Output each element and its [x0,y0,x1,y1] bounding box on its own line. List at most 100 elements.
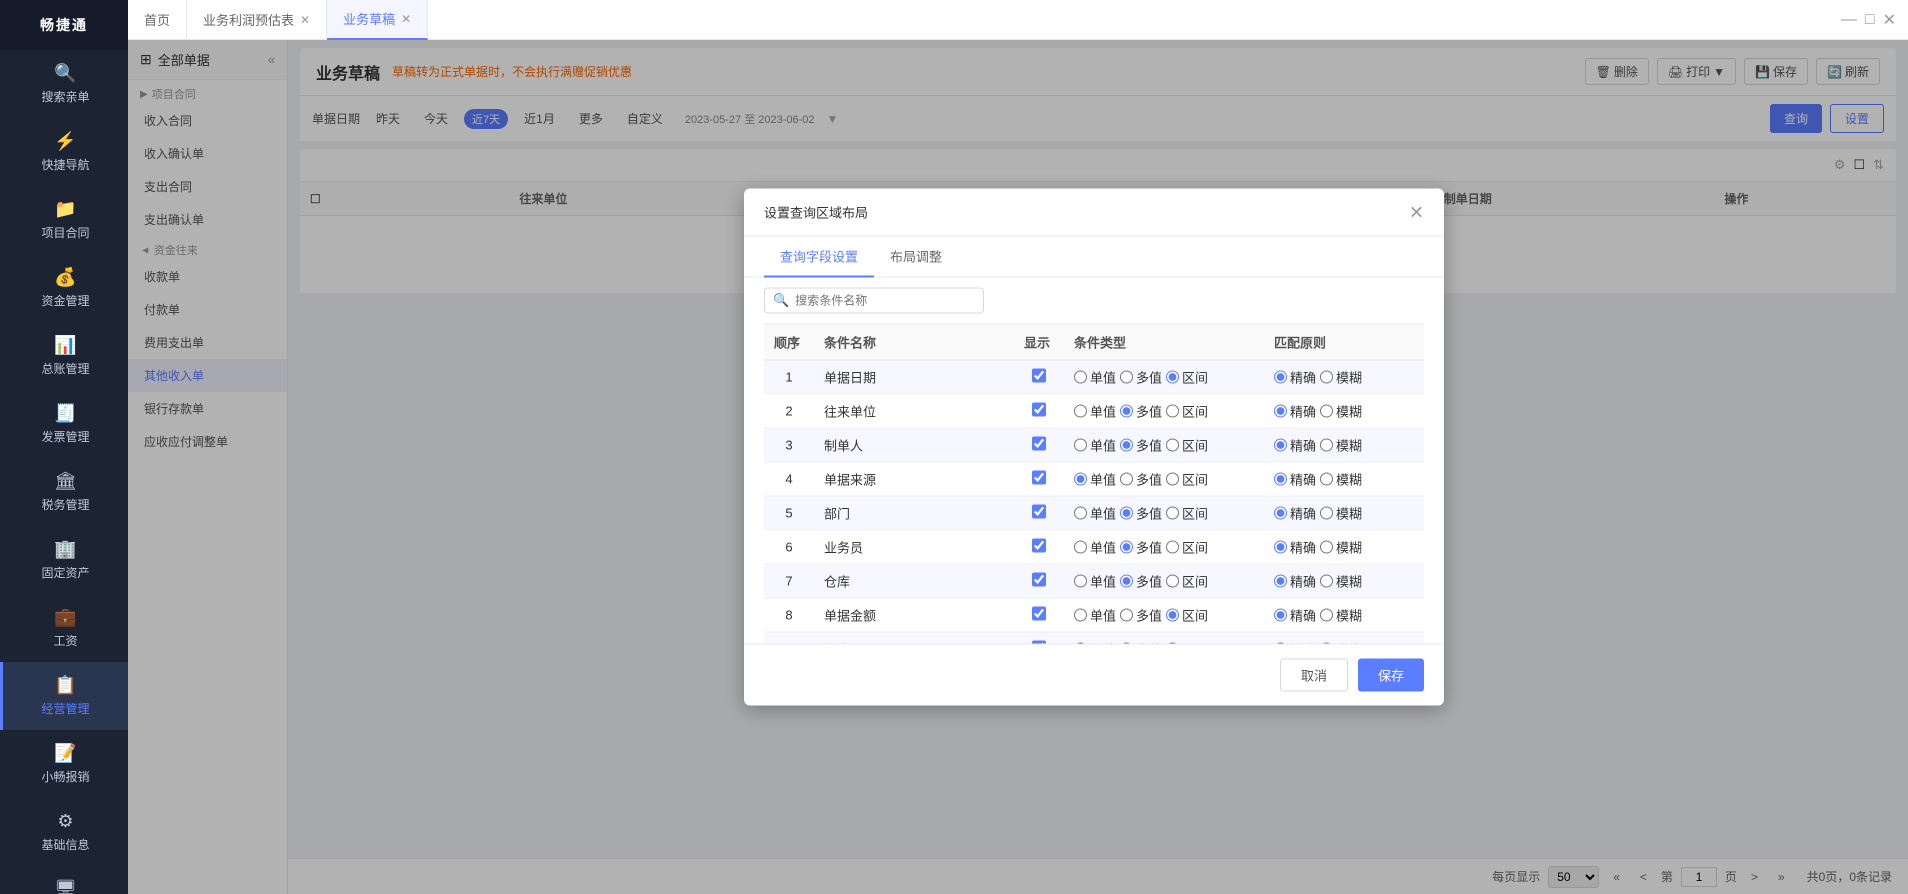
match-exact-radio[interactable] [1274,473,1287,486]
type-range-radio[interactable] [1166,609,1179,622]
row-show[interactable] [1014,564,1064,598]
row-show[interactable] [1014,428,1064,462]
match-exact-radio[interactable] [1274,541,1287,554]
row-match[interactable]: 精确模糊 [1264,530,1424,564]
type-single-radio[interactable] [1074,439,1087,452]
type-single-radio[interactable] [1074,609,1087,622]
sidebar-item-project[interactable]: 📁 项目合同 [0,186,128,254]
type-multi-radio[interactable] [1120,405,1133,418]
tab-home[interactable]: 首页 [128,0,187,40]
row-show[interactable] [1014,632,1064,644]
row-match[interactable]: 精确模糊 [1264,394,1424,428]
type-range-radio[interactable] [1166,473,1179,486]
type-range-radio[interactable] [1166,541,1179,554]
row-match[interactable]: 精确模糊 [1264,360,1424,394]
row-type[interactable]: 单值多值区间 [1064,598,1264,632]
sidebar-item-finance[interactable]: 💰 资金管理 [0,254,128,322]
condition-search-input[interactable] [795,294,975,308]
type-range-radio[interactable] [1166,575,1179,588]
row-type[interactable]: 单值多值区间 [1064,496,1264,530]
row-match[interactable]: 精确模糊 [1264,462,1424,496]
match-exact-radio[interactable] [1274,439,1287,452]
type-single-radio[interactable] [1074,507,1087,520]
sidebar-item-quick[interactable]: ⚡ 快捷导航 [0,118,128,186]
match-exact-radio[interactable] [1274,507,1287,520]
row-match[interactable]: 精确模糊 [1264,428,1424,462]
sidebar-item-search[interactable]: 🔍 搜索亲单 [0,50,128,118]
type-range-radio[interactable] [1166,371,1179,384]
show-checkbox[interactable] [1032,573,1046,587]
type-single-radio[interactable] [1074,371,1087,384]
row-show[interactable] [1014,496,1064,530]
type-single-radio[interactable] [1074,643,1087,644]
match-fuzzy-radio[interactable] [1320,507,1333,520]
sidebar-item-ledger[interactable]: 📊 总账管理 [0,322,128,390]
sidebar-item-business[interactable]: 📋 经营管理 [0,662,128,730]
match-fuzzy-radio[interactable] [1320,439,1333,452]
row-type[interactable]: 单值多值区间 [1064,462,1264,496]
tab-layout-adjust[interactable]: 布局调整 [874,237,958,278]
show-checkbox[interactable] [1032,403,1046,417]
type-multi-radio[interactable] [1120,541,1133,554]
type-single-radio[interactable] [1074,541,1087,554]
sidebar-item-system[interactable]: 🖥 系统管理 [0,866,128,894]
tab-profit[interactable]: 业务利润预估表 ✕ [187,0,327,40]
type-range-radio[interactable] [1166,405,1179,418]
match-exact-radio[interactable] [1274,371,1287,384]
row-type[interactable]: 单值多值区间 [1064,530,1264,564]
match-fuzzy-radio[interactable] [1320,473,1333,486]
match-exact-radio[interactable] [1274,609,1287,622]
type-single-radio[interactable] [1074,575,1087,588]
tab-draft-close[interactable]: ✕ [401,12,411,26]
row-show[interactable] [1014,530,1064,564]
type-single-radio[interactable] [1074,405,1087,418]
type-multi-radio[interactable] [1120,643,1133,644]
show-checkbox[interactable] [1032,539,1046,553]
row-type[interactable]: 单值多值区间 [1064,428,1264,462]
show-checkbox[interactable] [1032,641,1046,644]
match-fuzzy-radio[interactable] [1320,405,1333,418]
show-checkbox[interactable] [1032,369,1046,383]
row-type[interactable]: 单值多值区间 [1064,632,1264,644]
type-multi-radio[interactable] [1120,575,1133,588]
sidebar-item-expense[interactable]: 📝 小畅报销 [0,730,128,798]
type-multi-radio[interactable] [1120,371,1133,384]
sidebar-item-salary[interactable]: 💼 工资 [0,594,128,662]
row-type[interactable]: 单值多值区间 [1064,564,1264,598]
match-fuzzy-radio[interactable] [1320,575,1333,588]
row-match[interactable]: 精确模糊 [1264,632,1424,644]
match-fuzzy-radio[interactable] [1320,643,1333,644]
window-close[interactable]: ✕ [1883,10,1896,30]
match-exact-radio[interactable] [1274,643,1287,644]
row-show[interactable] [1014,598,1064,632]
row-show[interactable] [1014,360,1064,394]
type-multi-radio[interactable] [1120,439,1133,452]
row-match[interactable]: 精确模糊 [1264,564,1424,598]
cancel-button[interactable]: 取消 [1280,659,1348,692]
type-range-radio[interactable] [1166,507,1179,520]
tab-profit-close[interactable]: ✕ [300,13,310,27]
match-exact-radio[interactable] [1274,405,1287,418]
show-checkbox[interactable] [1032,607,1046,621]
row-match[interactable]: 精确模糊 [1264,598,1424,632]
row-type[interactable]: 单值多值区间 [1064,394,1264,428]
row-show[interactable] [1014,462,1064,496]
type-range-radio[interactable] [1166,439,1179,452]
show-checkbox[interactable] [1032,505,1046,519]
sidebar-item-tax[interactable]: 🏛 税务管理 [0,458,128,526]
sidebar-item-invoice[interactable]: 🧾 发票管理 [0,390,128,458]
type-multi-radio[interactable] [1120,507,1133,520]
window-maximize[interactable]: □ [1865,11,1875,29]
match-fuzzy-radio[interactable] [1320,609,1333,622]
type-single-radio[interactable] [1074,473,1087,486]
row-type[interactable]: 单值多值区间 [1064,360,1264,394]
window-minimize[interactable]: — [1841,11,1857,29]
tab-draft[interactable]: 业务草稿 ✕ [327,0,428,40]
row-match[interactable]: 精确模糊 [1264,496,1424,530]
show-checkbox[interactable] [1032,437,1046,451]
show-checkbox[interactable] [1032,471,1046,485]
tab-field-settings[interactable]: 查询字段设置 [764,237,874,278]
match-fuzzy-radio[interactable] [1320,371,1333,384]
match-exact-radio[interactable] [1274,575,1287,588]
sidebar-item-basic[interactable]: ⚙ 基础信息 [0,798,128,866]
